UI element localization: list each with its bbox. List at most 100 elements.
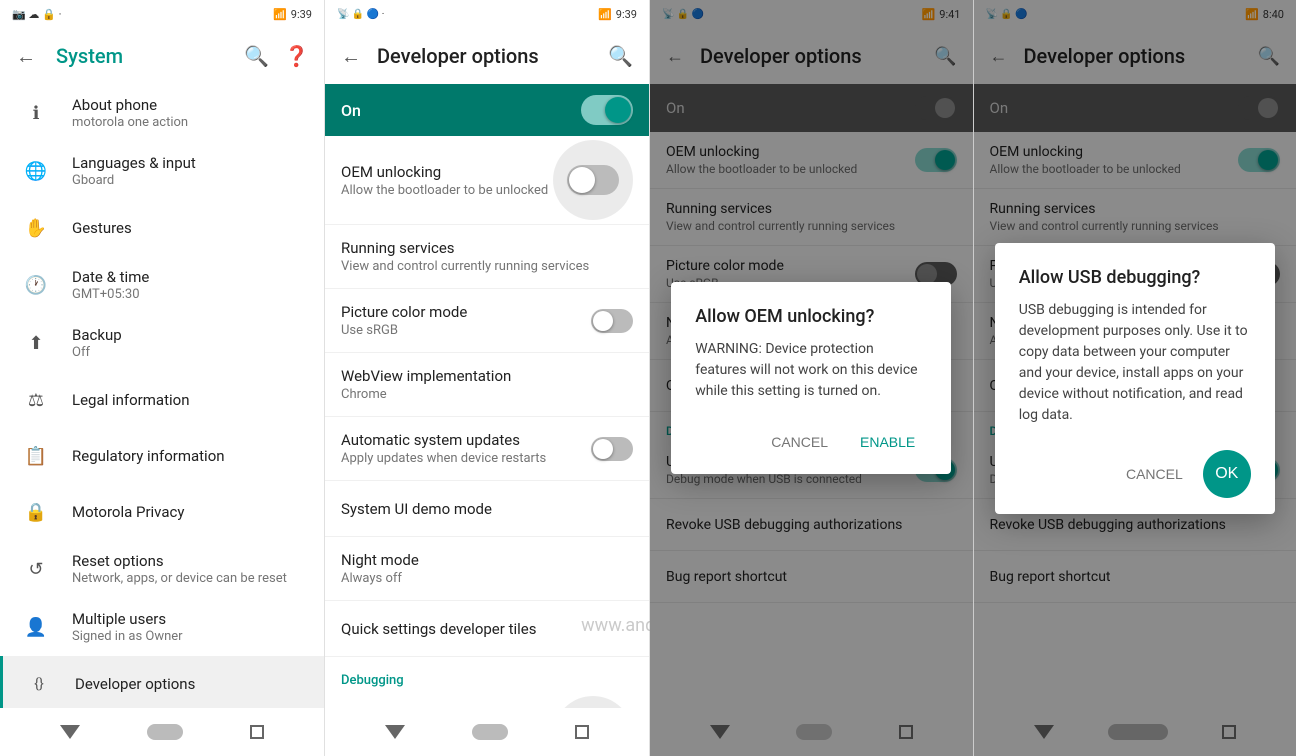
setting-running[interactable]: Running services View and control curren… xyxy=(325,225,649,289)
autoupdate-label: Automatic system updates xyxy=(341,431,546,449)
status-icons-left: 📷 ☁ 🔒 · xyxy=(12,8,61,21)
multiusers-icon: 👤 xyxy=(16,617,56,638)
p3-dialog-actions: Cancel OK xyxy=(1019,450,1251,498)
nav-devopt-primary: Developer options xyxy=(75,675,195,693)
nav-item-regulatory[interactable]: 📋 Regulatory information xyxy=(0,428,324,484)
status-bar-mid: 📡 🔒 🔵 · 📶 9:39 xyxy=(325,0,649,28)
nav-reset-primary: Reset options xyxy=(72,552,287,570)
setting-webview[interactable]: WebView implementation Chrome xyxy=(325,353,649,417)
nav-item-gestures[interactable]: ✋ Gestures xyxy=(0,200,324,256)
p2-dialog-title: Allow OEM unlocking? xyxy=(695,306,927,327)
dev-on-label: On xyxy=(341,101,361,120)
status-icons-mid: 📡 🔒 🔵 · xyxy=(337,9,384,20)
dev-title: Developer options xyxy=(377,44,592,68)
recent-nav-mid[interactable] xyxy=(575,725,589,739)
wifi-icon-left: 📶 xyxy=(273,8,287,21)
nav-about-secondary: motorola one action xyxy=(72,115,188,130)
gestures-icon: ✋ xyxy=(16,218,56,239)
search-icon-left[interactable]: 🔍 xyxy=(244,44,268,68)
p2-dialog-actions: Cancel Enable xyxy=(695,426,927,458)
system-toolbar: ← System 🔍 ❓ xyxy=(0,28,324,84)
dev-toolbar: ← Developer options 🔍 xyxy=(325,28,649,84)
help-icon-left[interactable]: ❓ xyxy=(284,44,308,68)
bottom-nav-left xyxy=(0,708,324,756)
setting-autoupdate[interactable]: Automatic system updates Apply updates w… xyxy=(325,417,649,481)
running-desc: View and control currently running servi… xyxy=(341,259,589,274)
languages-icon: 🌐 xyxy=(16,161,56,182)
webview-desc: Chrome xyxy=(341,387,511,402)
panel3: 📡 🔒 🔵 📶 8:40 ← Developer options 🔍 On OE… xyxy=(973,0,1296,756)
nightmode-label: Night mode xyxy=(341,551,419,569)
home-nav-mid[interactable] xyxy=(472,724,508,740)
wifi-icon-mid: 📶 xyxy=(598,8,612,21)
about-icon: ℹ xyxy=(16,103,56,124)
back-icon-left: ← xyxy=(16,44,40,68)
p2-confirm-button[interactable]: Enable xyxy=(848,426,927,458)
p3-cancel-button[interactable]: Cancel xyxy=(1114,450,1195,498)
p2-dialog-content: WARNING: Device protection features will… xyxy=(695,339,927,402)
p2-dialog: Allow OEM unlocking? WARNING: Device pro… xyxy=(671,282,951,474)
picture-label: Picture color mode xyxy=(341,303,467,321)
regulatory-icon: 📋 xyxy=(16,446,56,467)
setting-nightmode[interactable]: Night mode Always off xyxy=(325,537,649,601)
p3-confirm-button[interactable]: OK xyxy=(1203,450,1251,498)
nav-item-datetime[interactable]: 🕐 Date & time GMT+05:30 xyxy=(0,256,324,314)
back-nav-mid[interactable] xyxy=(385,725,405,739)
backup-icon: ⬆ xyxy=(16,333,56,354)
oem-toggle[interactable] xyxy=(567,165,619,195)
setting-picture[interactable]: Picture color mode Use sRGB xyxy=(325,289,649,353)
oem-label: OEM unlocking xyxy=(341,163,548,181)
debug-section-header: Debugging xyxy=(325,657,649,692)
setting-quicktiles[interactable]: Quick settings developer tiles xyxy=(325,601,649,657)
nav-item-reset[interactable]: ↺ Reset options Network, apps, or device… xyxy=(0,540,324,598)
nav-multiusers-secondary: Signed in as Owner xyxy=(72,629,183,644)
nav-backup-primary: Backup xyxy=(72,326,122,344)
nav-reset-secondary: Network, apps, or device can be reset xyxy=(72,571,287,586)
setting-oem[interactable]: OEM unlocking Allow the bootloader to be… xyxy=(325,136,649,225)
reset-icon: ↺ xyxy=(16,559,56,580)
legal-icon: ⚖ xyxy=(16,390,56,411)
home-nav-left[interactable] xyxy=(147,724,183,740)
nav-item-legal[interactable]: ⚖ Legal information xyxy=(0,372,324,428)
nav-datetime-secondary: GMT+05:30 xyxy=(72,287,149,302)
nav-gestures-primary: Gestures xyxy=(72,219,132,237)
time-left: 9:39 xyxy=(291,8,312,21)
nav-item-backup[interactable]: ⬆ Backup Off xyxy=(0,314,324,372)
dev-settings-list: OEM unlocking Allow the bootloader to be… xyxy=(325,136,649,708)
nav-about-primary: About phone xyxy=(72,96,188,114)
nav-legal-primary: Legal information xyxy=(72,391,189,409)
picture-toggle[interactable] xyxy=(591,309,633,333)
picture-desc: Use sRGB xyxy=(341,323,467,338)
devopt-icon: {} xyxy=(19,676,59,692)
running-label: Running services xyxy=(341,239,589,257)
back-nav-left[interactable] xyxy=(60,725,80,739)
nav-motorola-primary: Motorola Privacy xyxy=(72,503,184,521)
p3-dialog-overlay: Allow USB debugging? USB debugging is in… xyxy=(974,0,1296,756)
nav-item-devopt[interactable]: {} Developer options xyxy=(0,656,324,708)
setting-usbdebug[interactable]: USB debugging Debug mode when USB is con… xyxy=(325,692,649,708)
datetime-icon: 🕐 xyxy=(16,275,56,296)
p3-dialog-title: Allow USB debugging? xyxy=(1019,267,1251,288)
p3-dialog-content: USB debugging is intended for developmen… xyxy=(1019,300,1251,426)
nav-item-languages[interactable]: 🌐 Languages & input Gboard xyxy=(0,142,324,200)
system-title: System xyxy=(56,44,228,68)
setting-uidemo[interactable]: System UI demo mode xyxy=(325,481,649,537)
search-icon-mid[interactable]: 🔍 xyxy=(608,44,633,68)
back-icon-mid[interactable]: ← xyxy=(341,44,361,69)
dev-on-toggle[interactable] xyxy=(581,95,633,125)
nav-datetime-primary: Date & time xyxy=(72,268,149,286)
uidemo-label: System UI demo mode xyxy=(341,500,492,518)
nav-backup-secondary: Off xyxy=(72,345,122,360)
oem-desc: Allow the bootloader to be unlocked xyxy=(341,183,548,198)
usbdebug-ripple xyxy=(553,696,633,708)
nav-languages-primary: Languages & input xyxy=(72,154,196,172)
p2-cancel-button[interactable]: Cancel xyxy=(759,426,840,458)
nav-languages-secondary: Gboard xyxy=(72,173,196,188)
dev-on-row[interactable]: On xyxy=(325,84,649,136)
nav-item-motorola[interactable]: 🔒 Motorola Privacy xyxy=(0,484,324,540)
autoupdate-toggle[interactable] xyxy=(591,437,633,461)
nav-item-about[interactable]: ℹ About phone motorola one action xyxy=(0,84,324,142)
status-bar-left: 📷 ☁ 🔒 · 📶 9:39 xyxy=(0,0,324,28)
recent-nav-left[interactable] xyxy=(250,725,264,739)
nav-item-multiusers[interactable]: 👤 Multiple users Signed in as Owner xyxy=(0,598,324,656)
